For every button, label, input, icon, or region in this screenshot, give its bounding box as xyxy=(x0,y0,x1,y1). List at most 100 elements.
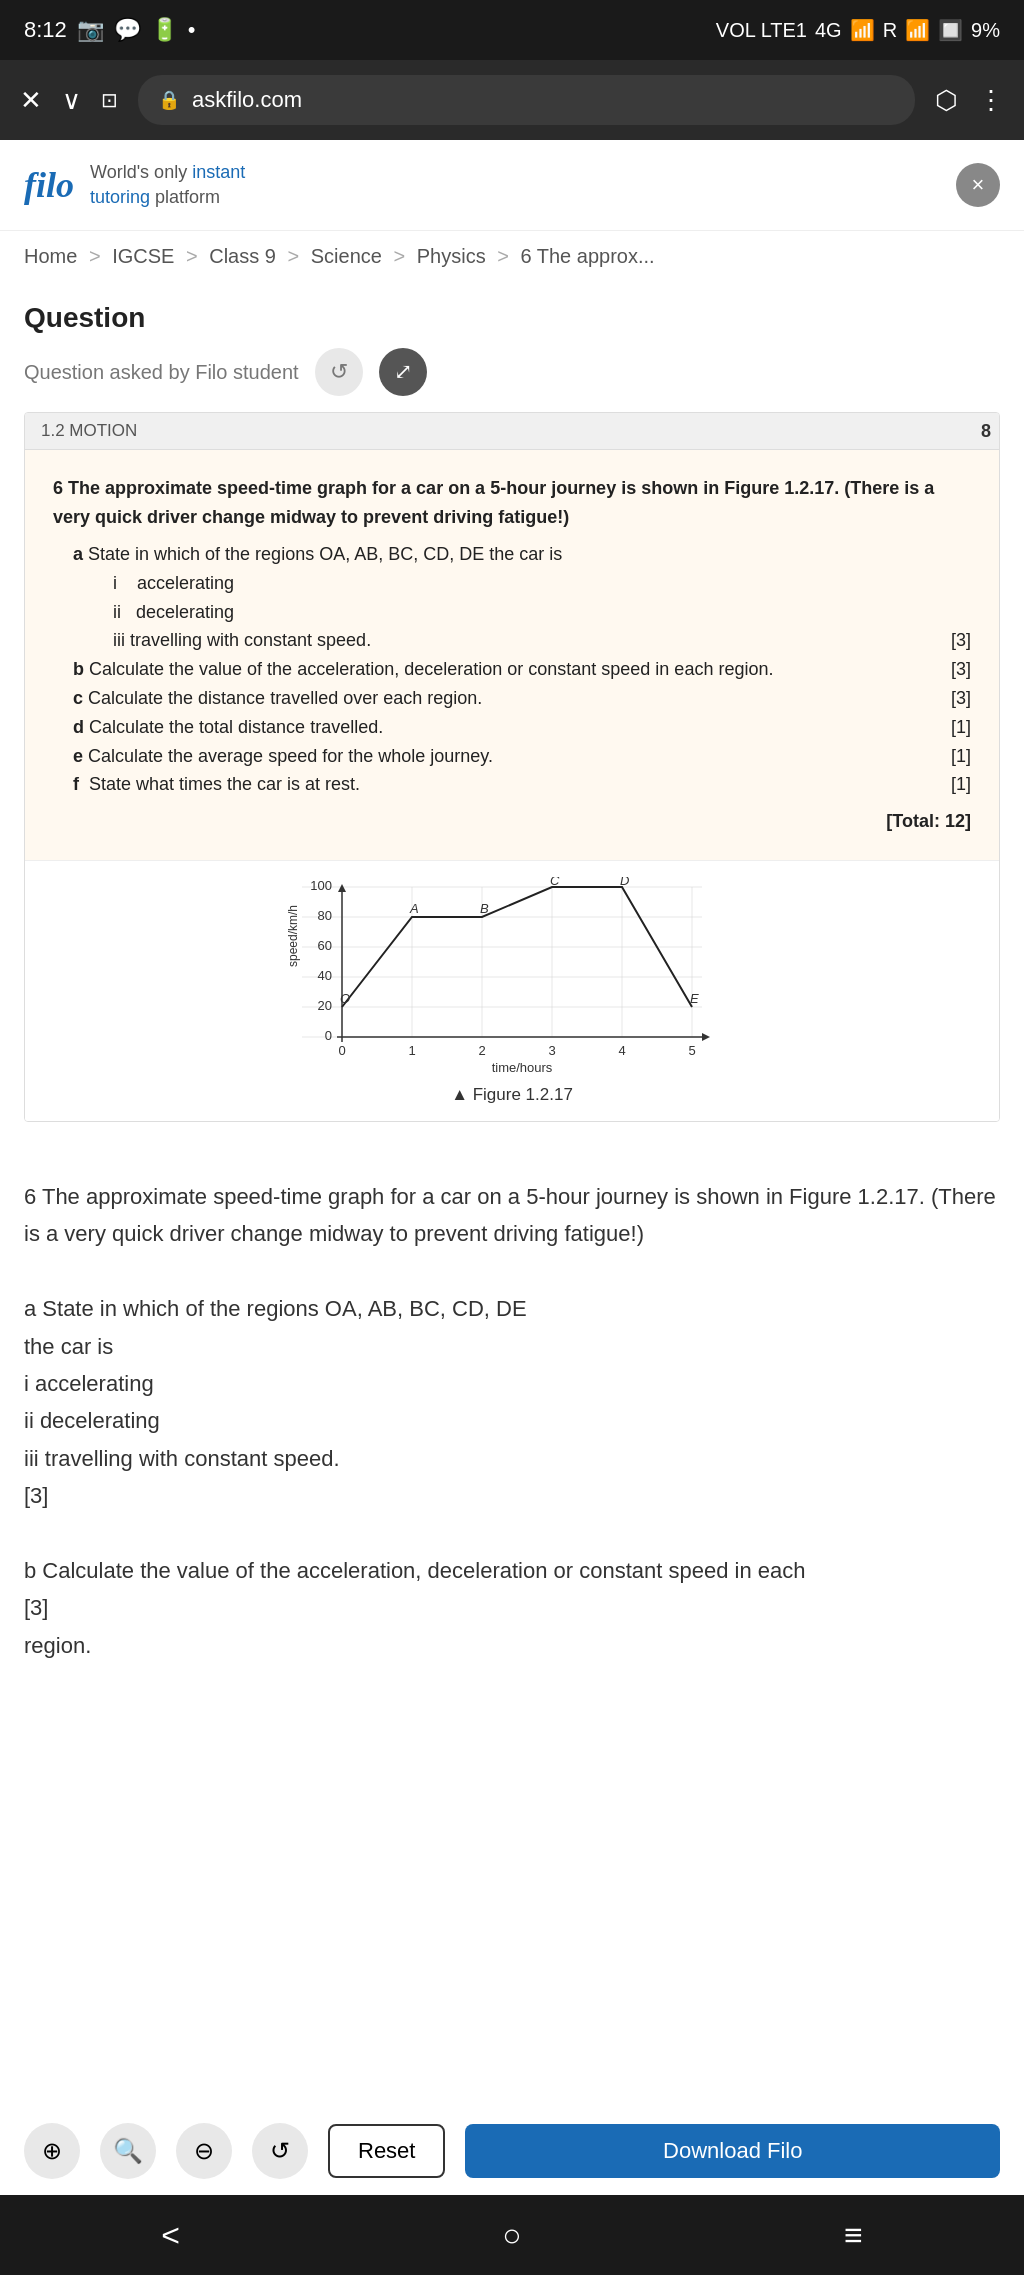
question-image-container: 1.2 MOTION 8 6 The approximate speed-tim… xyxy=(24,412,1000,1122)
filo-logo-area: filo World's only instant tutoring platf… xyxy=(24,160,245,210)
part-a-ii: ii decelerating xyxy=(113,598,971,627)
question-meta: Question asked by Filo student ↺ ⤢ xyxy=(24,348,1000,396)
dot-indicator: • xyxy=(188,17,196,43)
svg-text:0: 0 xyxy=(338,1043,345,1058)
close-tab-button[interactable]: ✕ xyxy=(20,85,42,116)
speed-time-graph: 0 20 40 60 80 100 0 1 2 3 4 5 xyxy=(282,877,742,1077)
battery-icon: 🔲 xyxy=(938,18,963,42)
battery-percent: 9% xyxy=(971,19,1000,42)
address-bar[interactable]: 🔒 askfilo.com xyxy=(138,75,915,125)
chevron-down-button[interactable]: ∨ xyxy=(62,85,81,116)
search-button[interactable]: 🔍 xyxy=(100,2123,156,2179)
tagline-highlight2: tutoring xyxy=(90,187,155,207)
total-marks: [Total: 12] xyxy=(53,807,971,836)
svg-text:time/hours: time/hours xyxy=(492,1060,553,1075)
nav-menu-button[interactable]: ≡ xyxy=(823,2205,883,2265)
nav-home-button[interactable]: ○ xyxy=(482,2205,542,2265)
zoom-in-button[interactable]: ⊕ xyxy=(24,2123,80,2179)
zoom-out-button[interactable]: ⊖ xyxy=(176,2123,232,2179)
status-bar-left: 8:12 📷 💬 🔋 • xyxy=(24,17,196,43)
question-meta-text: Question asked by Filo student xyxy=(24,361,299,384)
breadcrumb-sep1: > xyxy=(89,245,106,267)
breadcrumb-class[interactable]: Class 9 xyxy=(209,245,276,267)
body-marks1: [3] xyxy=(24,1477,1000,1514)
question-image-header: 1.2 MOTION 8 xyxy=(25,413,999,450)
question-intro: The approximate speed-time graph for a c… xyxy=(53,478,934,527)
body-line8: region. xyxy=(24,1627,1000,1664)
paper-section-label: 1.2 MOTION xyxy=(41,421,137,441)
svg-text:2: 2 xyxy=(478,1043,485,1058)
more-options-icon[interactable]: ⋮ xyxy=(978,85,1004,116)
breadcrumb-sep2: > xyxy=(186,245,203,267)
svg-text:A: A xyxy=(409,901,419,916)
svg-text:0: 0 xyxy=(325,1028,332,1043)
breadcrumb-sep5: > xyxy=(497,245,514,267)
bottom-toolbar: ⊕ 🔍 ⊖ ↺ Reset Download Filo xyxy=(0,2107,1024,2195)
browser-bar: ✕ ∨ ⊡ 🔒 askfilo.com ⬡ ⋮ xyxy=(0,60,1024,140)
svg-text:20: 20 xyxy=(318,998,332,1013)
share-icon[interactable]: ⬡ xyxy=(935,85,958,116)
part-a-iii: iii travelling with constant speed. [3] xyxy=(113,626,971,655)
part-a-i: i accelerating xyxy=(113,569,971,598)
body-line7: b Calculate the value of the acceleratio… xyxy=(24,1552,1000,1589)
graph-svg-container: 0 20 40 60 80 100 0 1 2 3 4 5 xyxy=(45,877,979,1105)
svg-text:80: 80 xyxy=(318,908,332,923)
body-line5: ii decelerating xyxy=(24,1402,1000,1439)
download-filo-button[interactable]: Download Filo xyxy=(465,2124,1000,2178)
breadcrumb-physics[interactable]: Physics xyxy=(417,245,486,267)
breadcrumb-sep4: > xyxy=(393,245,410,267)
filo-logo[interactable]: filo xyxy=(24,164,74,206)
breadcrumb-current: 6 The approx... xyxy=(520,245,654,267)
breadcrumb-igcse[interactable]: IGCSE xyxy=(112,245,174,267)
status-bar-right: VOL LTE1 4G 📶 R 📶 🔲 9% xyxy=(716,18,1000,42)
url-text: askfilo.com xyxy=(192,87,895,113)
signal-bars: 📶 xyxy=(850,18,875,42)
breadcrumb: Home > IGCSE > Class 9 > Science > Physi… xyxy=(0,231,1024,282)
question-title: Question xyxy=(24,302,1000,334)
svg-text:B: B xyxy=(480,901,489,916)
part-e: e Calculate the average speed for the wh… xyxy=(73,742,971,771)
part-f: f State what times the car is at rest. [… xyxy=(73,770,971,799)
network-label: VOL LTE1 xyxy=(716,19,807,42)
download-label: Download Filo xyxy=(663,2138,802,2163)
svg-text:4: 4 xyxy=(618,1043,625,1058)
breadcrumb-sep3: > xyxy=(288,245,305,267)
graph-area: 0 20 40 60 80 100 0 1 2 3 4 5 xyxy=(25,860,999,1121)
svg-text:60: 60 xyxy=(318,938,332,953)
body-marks2: [3] xyxy=(24,1589,1000,1626)
lock-icon: 🔒 xyxy=(158,89,180,111)
tagline-text1: World's only xyxy=(90,162,192,182)
body-line3: the car is xyxy=(24,1328,1000,1365)
page-number: 8 xyxy=(981,421,991,442)
svg-text:D: D xyxy=(620,877,629,888)
svg-text:5: 5 xyxy=(688,1043,695,1058)
svg-text:100: 100 xyxy=(310,878,332,893)
nav-back-button[interactable]: < xyxy=(141,2205,201,2265)
svg-text:C: C xyxy=(550,877,560,888)
tagline-highlight1: instant xyxy=(192,162,245,182)
question-section: Question Question asked by Filo student … xyxy=(0,282,1024,1162)
body-line4: i accelerating xyxy=(24,1365,1000,1402)
svg-text:speed/km/h: speed/km/h xyxy=(286,905,300,967)
time: 8:12 xyxy=(24,17,67,43)
battery-alert-icon: 🔋 xyxy=(151,17,178,43)
body-line2: a State in which of the regions OA, AB, … xyxy=(24,1290,1000,1327)
refresh-button[interactable]: ↺ xyxy=(252,2123,308,2179)
refresh-question-button[interactable]: ↺ xyxy=(315,348,363,396)
svg-marker-14 xyxy=(338,884,346,892)
expand-question-button[interactable]: ⤢ xyxy=(379,348,427,396)
whatsapp-icon: 💬 xyxy=(114,17,141,43)
filo-header: filo World's only instant tutoring platf… xyxy=(0,140,1024,231)
filo-tagline: World's only instant tutoring platform xyxy=(90,160,245,210)
body-line6: iii travelling with constant speed. xyxy=(24,1440,1000,1477)
breadcrumb-home[interactable]: Home xyxy=(24,245,77,267)
breadcrumb-science[interactable]: Science xyxy=(311,245,382,267)
part-d: d Calculate the total distance travelled… xyxy=(73,713,971,742)
reset-button[interactable]: Reset xyxy=(328,2124,445,2178)
filo-banner-close-button[interactable]: × xyxy=(956,163,1000,207)
status-bar: 8:12 📷 💬 🔋 • VOL LTE1 4G 📶 R 📶 🔲 9% xyxy=(0,0,1024,60)
tabs-icon[interactable]: ⊡ xyxy=(101,88,118,112)
svg-marker-15 xyxy=(702,1033,710,1041)
svg-text:1: 1 xyxy=(408,1043,415,1058)
main-content: filo World's only instant tutoring platf… xyxy=(0,140,1024,2275)
